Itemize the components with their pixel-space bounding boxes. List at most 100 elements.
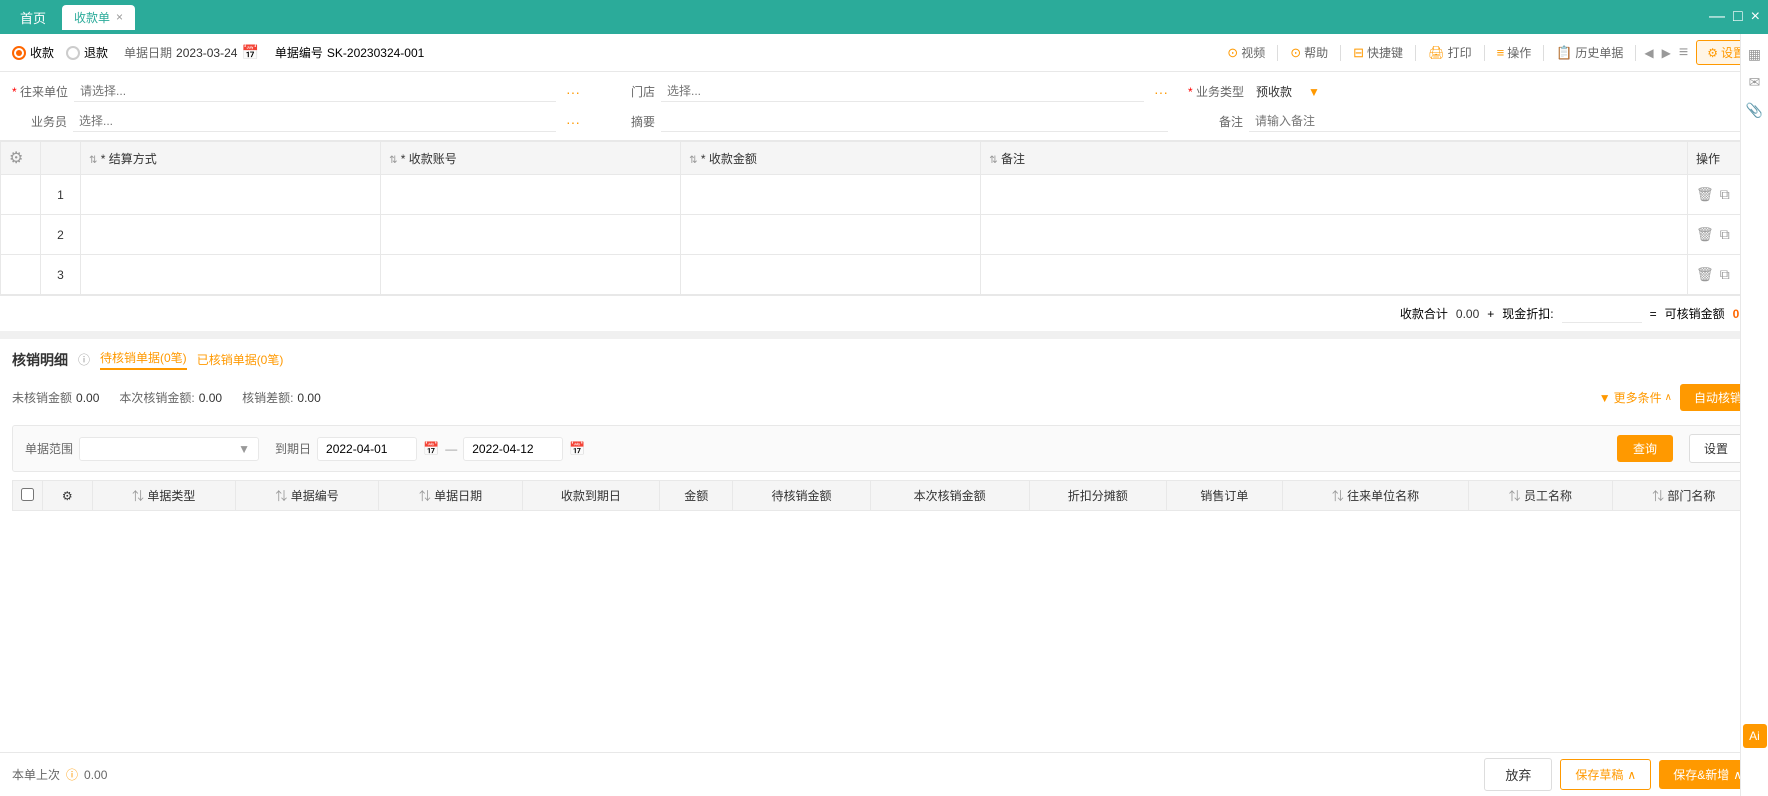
toolbar: 收款 退款 单据日期 2023-03-24 📅 单据编号 SK-20230324… (0, 34, 1768, 72)
td-remark-1[interactable] (981, 175, 1688, 215)
close-icon[interactable]: × (1751, 8, 1760, 26)
toolbar-left: 收款 退款 单据日期 2023-03-24 📅 单据编号 SK-20230324… (12, 44, 424, 61)
th-settings-bottom[interactable]: ⚙ (43, 481, 93, 511)
ai-label: Ai (1749, 729, 1760, 743)
done-tab[interactable]: 已核销单据(0笔) (197, 351, 284, 368)
th-doc-num: ⇅ 单据编号 (235, 481, 378, 511)
td-amount-2[interactable] (681, 215, 981, 255)
doc-num-value: SK-20230324-001 (327, 46, 424, 60)
sidebar-mail-icon[interactable]: ✉ (1743, 70, 1767, 94)
nav-right-icon[interactable]: ▶ (1662, 46, 1671, 60)
plus-sign: + (1487, 307, 1494, 321)
filter-settings-btn[interactable]: 设置 (1689, 434, 1743, 463)
biz-type-field: * 业务类型 预收款 ▼ (1188, 80, 1756, 103)
history-btn[interactable]: 📋 历史单据 (1552, 42, 1627, 63)
td-rownum-1: 1 (41, 175, 81, 215)
pending-tab[interactable]: 待核销单据(0笔) (100, 349, 187, 370)
remark-input[interactable] (1249, 111, 1756, 132)
staff-field: 业务员 ··· (12, 111, 580, 132)
radio-tuikuan[interactable]: 退款 (66, 44, 108, 61)
td-remark-3[interactable] (981, 255, 1688, 295)
range-field: 单据范围 ▼ (25, 437, 259, 461)
due-to-input[interactable] (463, 437, 563, 461)
due-from-input[interactable] (317, 437, 417, 461)
help-btn[interactable]: ⊙ 帮助 (1286, 42, 1332, 63)
video-btn[interactable]: ⊙ 视频 (1223, 42, 1269, 63)
sidebar-table-icon[interactable]: ▦ (1743, 42, 1767, 66)
tab-home[interactable]: 首页 (8, 4, 58, 31)
print-icon: 🖨 (1428, 45, 1445, 61)
shop-input[interactable] (661, 81, 1144, 102)
discard-btn[interactable]: 放弃 (1484, 758, 1552, 791)
shop-more-icon[interactable]: ··· (1154, 84, 1168, 100)
available-label: 可核销金额 (1665, 305, 1725, 322)
delete-icon-3[interactable]: 🗑 (1696, 266, 1714, 283)
radio-shoukuan[interactable]: 收款 (12, 44, 54, 61)
tab-close-icon[interactable]: × (116, 10, 123, 24)
ops-btn[interactable]: ≡ 操作 (1493, 42, 1536, 63)
sidebar-camera-icon[interactable]: Ai (1743, 724, 1767, 748)
form-area: * 往来单位 ··· 门店 ··· * 业务类型 预收款 ▼ 业务员 · (0, 72, 1768, 141)
copy-icon-3[interactable]: ⧉ (1720, 266, 1730, 283)
tab-active[interactable]: 收款单 × (62, 5, 135, 30)
uncancelled-label: 未核销金额 (12, 389, 72, 406)
calendar-icon[interactable]: 📅 (241, 44, 258, 61)
divider-3 (1415, 45, 1416, 61)
td-settlement-2[interactable] (81, 215, 381, 255)
history-icon: 📋 (1556, 45, 1572, 61)
toolbar-right: ⊙ 视频 ⊙ 帮助 ⊟ 快捷键 🖨 打印 ≡ 操作 (1223, 40, 1756, 65)
bottom-bar: 本单上次 ⓘ 0.00 放弃 保存草稿 ∧ 保存&新增 ∧ (0, 752, 1768, 796)
section-separator (0, 331, 1768, 339)
right-sidebar: ▦ ✉ 📎 Ai (1740, 34, 1768, 796)
draft-dropdown-icon[interactable]: ∧ (1627, 768, 1636, 782)
td-amount-1[interactable] (681, 175, 981, 215)
th-amount-label: 金额 (684, 489, 708, 503)
nav-left-icon[interactable]: ◀ (1644, 46, 1653, 60)
more-conditions-btn[interactable]: ▼ 更多条件 ∧ (1599, 389, 1672, 406)
th-settlement-label: * 结算方式 (101, 152, 157, 166)
td-account-3[interactable] (381, 255, 681, 295)
partner-field: * 往来单位 ··· (12, 81, 580, 102)
maximize-icon[interactable]: □ (1733, 8, 1743, 26)
due-from-cal-icon[interactable]: 📅 (423, 441, 439, 457)
delete-icon-1[interactable]: 🗑 (1696, 186, 1714, 203)
hexiao-info-icon[interactable]: ⓘ (78, 351, 90, 368)
minimize-icon[interactable]: — (1709, 8, 1725, 26)
delete-icon-2[interactable]: 🗑 (1696, 226, 1714, 243)
td-account-1[interactable] (381, 175, 681, 215)
table-settings-icon[interactable]: ⚙ (9, 150, 23, 167)
td-settlement-1[interactable] (81, 175, 381, 215)
draft-btn[interactable]: 保存草稿 ∧ (1560, 759, 1651, 790)
due-to-cal-icon[interactable]: 📅 (569, 441, 585, 457)
copy-icon-2[interactable]: ⧉ (1720, 226, 1730, 243)
range-select[interactable]: ▼ (79, 437, 259, 461)
th-check-all[interactable] (13, 481, 43, 511)
summary-row: 收款合计 0.00 + 现金折扣: = 可核销金额 0.00 (0, 295, 1768, 331)
td-amount-3[interactable] (681, 255, 981, 295)
discount-input[interactable] (1562, 304, 1642, 323)
staff-more-icon[interactable]: ··· (566, 114, 580, 130)
copy-icon-1[interactable]: ⧉ (1720, 186, 1730, 203)
query-btn[interactable]: 查询 (1617, 435, 1673, 462)
th-amount: ⇅ * 收款金额 (681, 142, 981, 175)
td-settlement-3[interactable] (81, 255, 381, 295)
print-btn[interactable]: 🖨 打印 (1424, 42, 1476, 63)
biz-type-dropdown-icon[interactable]: ▼ (1308, 85, 1320, 99)
menu-icon[interactable]: ≡ (1679, 44, 1688, 62)
td-account-2[interactable] (381, 215, 681, 255)
shortcut-btn[interactable]: ⊟ 快捷键 (1349, 42, 1407, 63)
prev-info-icon[interactable]: ⓘ (66, 766, 78, 783)
table-row: 3 🗑 ⧉ (1, 255, 1768, 295)
sidebar-clip-icon[interactable]: 📎 (1743, 98, 1767, 122)
summary-input[interactable] (661, 111, 1168, 132)
staff-input[interactable] (73, 111, 556, 132)
partner-input[interactable] (74, 81, 556, 102)
bottom-settings-icon[interactable]: ⚙ (62, 489, 73, 503)
diff-value: 0.00 (297, 391, 320, 405)
th-pending-amount: 待核销金额 (733, 481, 870, 511)
td-remark-2[interactable] (981, 215, 1688, 255)
th-settings[interactable]: ⚙ (1, 142, 41, 175)
partner-more-icon[interactable]: ··· (566, 84, 580, 100)
check-all-checkbox[interactable] (21, 488, 34, 501)
date-value: 2023-03-24 (176, 46, 237, 60)
